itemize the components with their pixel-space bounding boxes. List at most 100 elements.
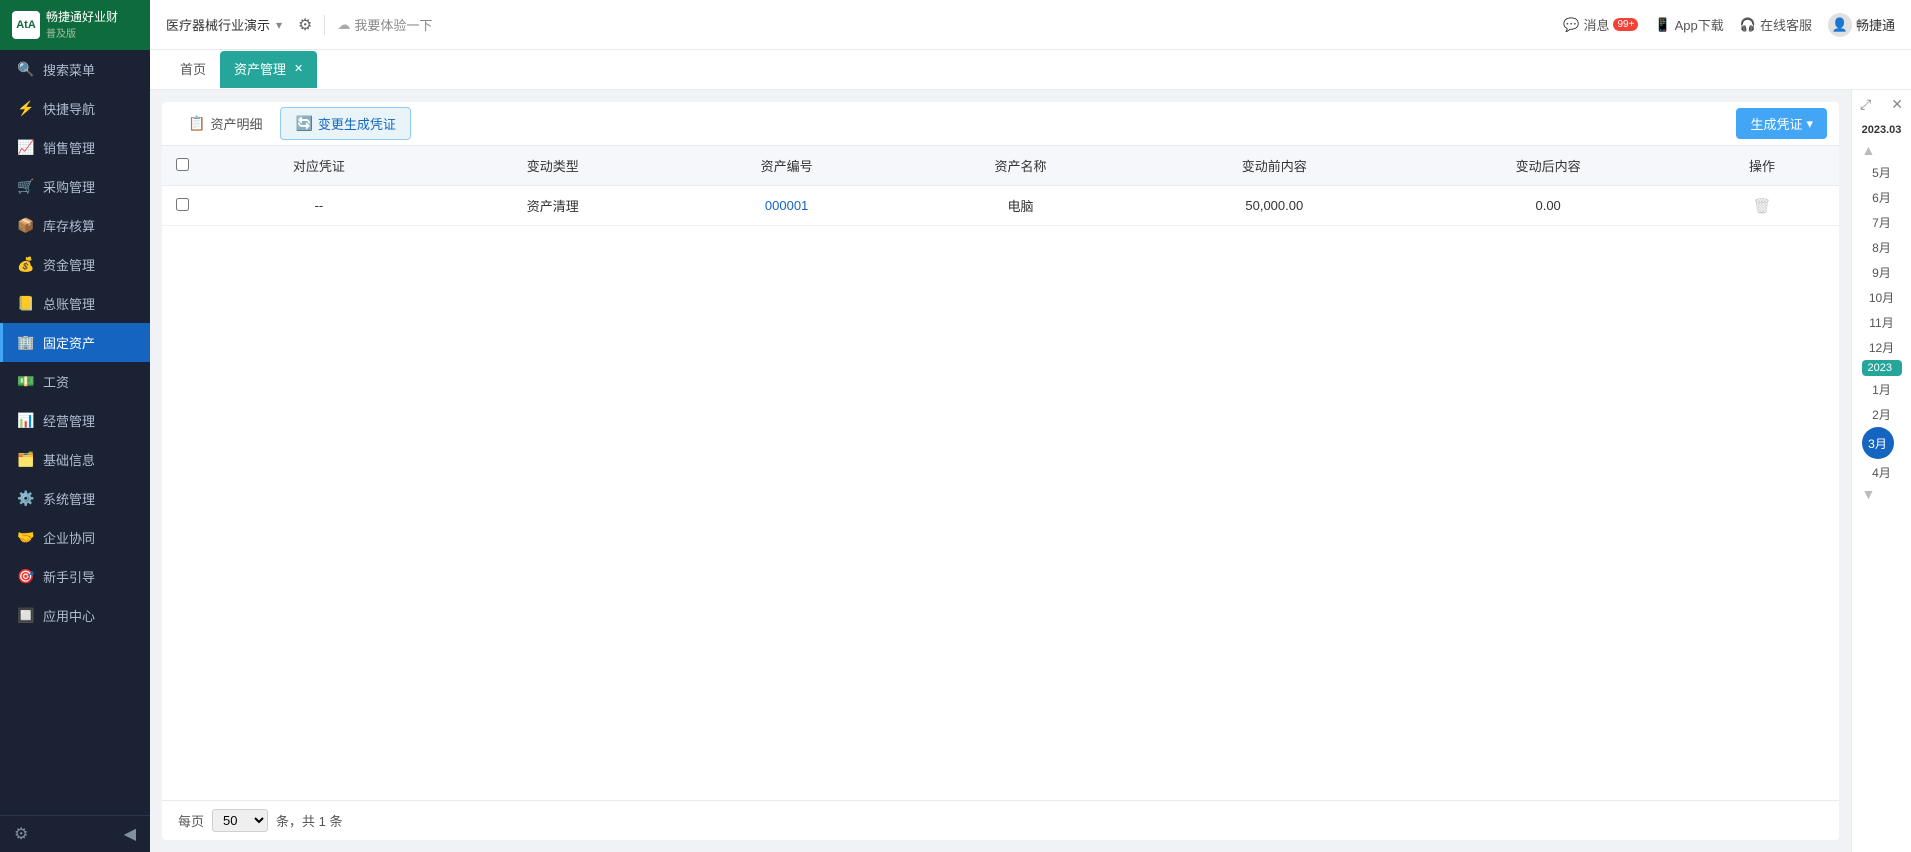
sidebar-icon: 🔍: [17, 61, 35, 78]
month-item-7月[interactable]: 7月: [1862, 210, 1902, 234]
topbar-divider: [324, 15, 325, 35]
user-menu[interactable]: 👤 畅捷通: [1828, 13, 1895, 37]
row-checkbox[interactable]: [176, 198, 189, 211]
month-list: ▲ 5月6月7月8月9月10月11月12月20231月2月3月4月 ▼: [1862, 140, 1902, 504]
month-item-11月[interactable]: 11月: [1862, 310, 1902, 334]
tab-close-icon[interactable]: ✕: [294, 62, 303, 75]
sidebar-item-搜索菜单[interactable]: 🔍 搜索菜单: [0, 50, 150, 89]
sidebar-item-库存核算[interactable]: 📦 库存核算: [0, 206, 150, 245]
col-asset-name: 资产名称: [904, 146, 1138, 186]
sidebar-item-资金管理[interactable]: 💰 资金管理: [0, 245, 150, 284]
sidebar-label: 搜索菜单: [43, 60, 95, 79]
customer-service-btn[interactable]: 🎧 在线客服: [1740, 15, 1812, 34]
topbar: 医疗器械行业演示 ▾ ⚙ ☁ 我要体验一下 💬 消息 99+ 📱 App下载 🎧…: [150, 0, 1911, 50]
cloud-icon: ☁: [337, 17, 350, 33]
sidebar-label: 固定资产: [43, 333, 95, 352]
sidebar-label: 基础信息: [43, 450, 95, 469]
month-item-3月[interactable]: 3月: [1862, 427, 1894, 459]
sidebar-item-经营管理[interactable]: 📊 经营管理: [0, 401, 150, 440]
app-download-btn[interactable]: 📱 App下载: [1654, 15, 1723, 34]
total-label: 条，共 1 条: [276, 811, 342, 830]
scroll-down-icon[interactable]: ▼: [1862, 486, 1902, 502]
row-action-cell: 🗑: [1685, 186, 1839, 226]
settings-icon[interactable]: ⚙: [14, 824, 28, 844]
tab-资产管理[interactable]: 资产管理✕: [220, 51, 317, 88]
main-card: 📋 资产明细 🔄 变更生成凭证 生成凭证 ▾: [162, 102, 1839, 840]
row-change-type: 资产清理: [436, 186, 670, 226]
sidebar-icon: 📒: [17, 295, 35, 312]
month-item-1月[interactable]: 1月: [1862, 377, 1902, 401]
year-badge[interactable]: 2023: [1862, 360, 1902, 376]
scroll-up-icon[interactable]: ▲: [1862, 142, 1902, 158]
month-item-12月[interactable]: 12月: [1862, 335, 1902, 359]
month-item-2月[interactable]: 2月: [1862, 402, 1902, 426]
sidebar-icon: 💵: [17, 373, 35, 390]
list-icon: 📋: [188, 115, 205, 132]
col-after: 变动后内容: [1411, 146, 1685, 186]
sidebar-item-采购管理[interactable]: 🛒 采购管理: [0, 167, 150, 206]
month-item-10月[interactable]: 10月: [1862, 285, 1902, 309]
tab-首页[interactable]: 首页: [166, 51, 220, 88]
sidebar-item-应用中心[interactable]: 🔲 应用中心: [0, 596, 150, 635]
tabs-bar: 首页资产管理✕: [150, 50, 1911, 90]
month-item-9月[interactable]: 9月: [1862, 260, 1902, 284]
row-before: 50,000.00: [1137, 186, 1411, 226]
pagination-bar: 每页 102050100 条，共 1 条: [162, 800, 1839, 840]
sidebar-label: 库存核算: [43, 216, 95, 235]
experience-btn[interactable]: ☁ 我要体验一下: [337, 15, 432, 34]
month-item-8月[interactable]: 8月: [1862, 235, 1902, 259]
chevron-down-icon: ▾: [276, 18, 282, 32]
change-icon: 🔄: [295, 115, 312, 132]
sidebar-label: 资金管理: [43, 255, 95, 274]
right-panel: ✕ ⤢ 2023.03 ▲5月6月7月8月9月10月11月12月20231月2月…: [1851, 90, 1911, 852]
sidebar-nav: 🔍 搜索菜单⚡ 快捷导航📈 销售管理🛒 采购管理📦 库存核算💰 资金管理📒 总账…: [0, 50, 150, 815]
download-icon: 📱: [1654, 17, 1670, 33]
collapse-icon[interactable]: ◀: [124, 824, 136, 844]
sidebar-logo: AtA 畅捷通好业财 普及版: [0, 0, 150, 50]
sidebar-item-固定资产[interactable]: 🏢 固定资产: [0, 323, 150, 362]
sidebar-icon: 🗂️: [17, 451, 35, 468]
sidebar-icon: 🏢: [17, 334, 35, 351]
sidebar-item-基础信息[interactable]: 🗂️ 基础信息: [0, 440, 150, 479]
month-item-5月[interactable]: 5月: [1862, 160, 1902, 184]
generate-voucher-button[interactable]: 生成凭证 ▾: [1736, 108, 1827, 139]
topbar-settings-icon[interactable]: ⚙: [298, 15, 312, 35]
sidebar-icon: 💰: [17, 256, 35, 273]
sidebar-item-企业协同[interactable]: 🤝 企业协同: [0, 518, 150, 557]
username: 畅捷通: [1856, 15, 1895, 34]
headset-icon: 🎧: [1740, 17, 1756, 33]
sidebar-label: 经营管理: [43, 411, 95, 430]
sidebar-label: 快捷导航: [43, 99, 95, 118]
tab-label: 首页: [180, 59, 206, 78]
change-voucher-table: 对应凭证 变动类型 资产编号 资产名称 变动前内容 变动后内容 操作: [162, 146, 1839, 226]
sidebar-item-销售管理[interactable]: 📈 销售管理: [0, 128, 150, 167]
sidebar-label: 工资: [43, 372, 69, 391]
sidebar-icon: 🎯: [17, 568, 35, 585]
sidebar-item-系统管理[interactable]: ⚙️ 系统管理: [0, 479, 150, 518]
content-main: 📋 资产明细 🔄 变更生成凭证 生成凭证 ▾: [150, 90, 1851, 852]
per-page-select[interactable]: 102050100: [212, 809, 268, 832]
month-item-4月[interactable]: 4月: [1862, 460, 1902, 484]
month-item-6月[interactable]: 6月: [1862, 185, 1902, 209]
right-panel-close-icon[interactable]: ✕: [1891, 96, 1903, 113]
sidebar-icon: 📈: [17, 139, 35, 156]
delete-icon[interactable]: 🗑: [1753, 198, 1772, 215]
sidebar-item-工资[interactable]: 💵 工资: [0, 362, 150, 401]
col-change-type: 变动类型: [436, 146, 670, 186]
sidebar-icon: 📦: [17, 217, 35, 234]
sidebar-item-新手引导[interactable]: 🎯 新手引导: [0, 557, 150, 596]
sidebar-item-总账管理[interactable]: 📒 总账管理: [0, 284, 150, 323]
sidebar-item-快捷导航[interactable]: ⚡ 快捷导航: [0, 89, 150, 128]
sidebar-label: 企业协同: [43, 528, 95, 547]
sub-tab-asset-detail[interactable]: 📋 资产明细: [174, 108, 276, 139]
sidebar-icon: 🛒: [17, 178, 35, 195]
company-selector[interactable]: 医疗器械行业演示 ▾: [166, 15, 282, 34]
table-container: 对应凭证 变动类型 资产编号 资产名称 变动前内容 变动后内容 操作: [162, 146, 1839, 800]
messages-btn[interactable]: 💬 消息 99+: [1563, 15, 1638, 34]
right-panel-expand-icon[interactable]: ⤢: [1860, 96, 1871, 113]
sub-tab-change-voucher[interactable]: 🔄 变更生成凭证: [280, 107, 410, 140]
sidebar-label: 采购管理: [43, 177, 95, 196]
select-all-checkbox[interactable]: [176, 158, 189, 171]
sidebar-icon: 📊: [17, 412, 35, 429]
app-edition: 普及版: [46, 25, 118, 40]
